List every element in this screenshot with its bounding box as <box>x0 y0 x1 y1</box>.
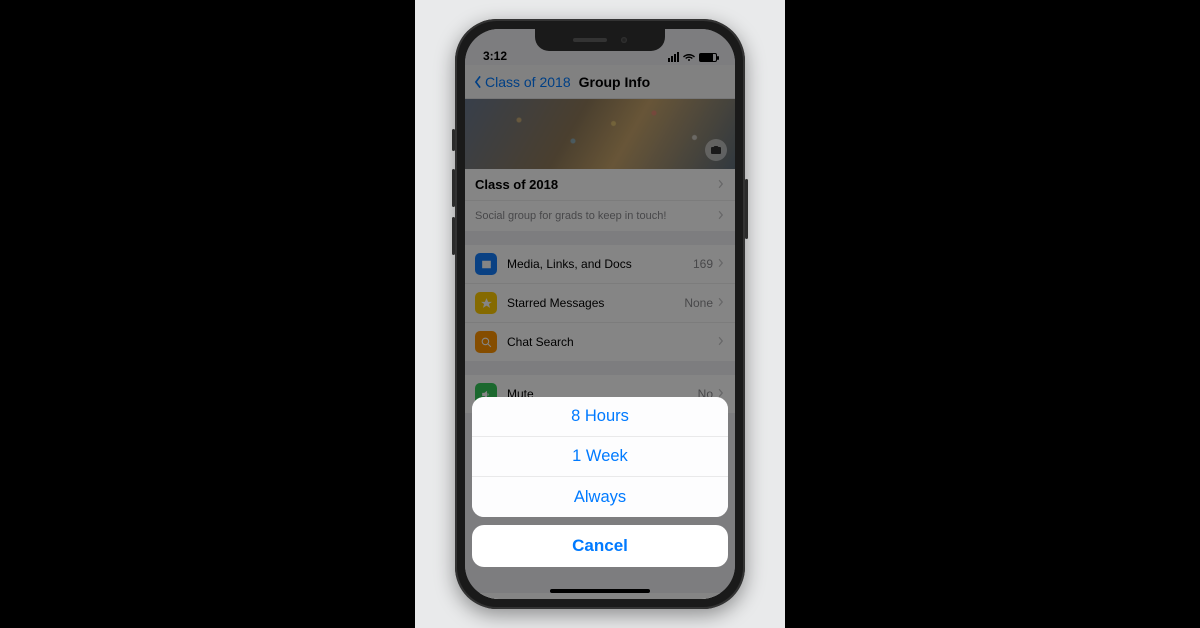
starred-row[interactable]: Starred Messages None <box>465 284 735 323</box>
camera-icon <box>710 144 722 156</box>
chevron-right-icon <box>717 335 725 349</box>
nav-bar: Class of 2018 Group Info <box>465 65 735 99</box>
chevron-right-icon <box>717 296 725 310</box>
starred-value: None <box>684 296 713 310</box>
search-icon <box>475 331 497 353</box>
battery-icon <box>699 53 717 62</box>
page-title: Group Info <box>579 74 651 90</box>
phone-screen: 3:12 Class of 2018 Group Info <box>465 29 735 599</box>
mute-option-always[interactable]: Always <box>472 477 728 517</box>
participant-row[interactable]: Work <box>465 593 735 599</box>
home-indicator[interactable] <box>550 589 650 593</box>
star-icon <box>475 292 497 314</box>
chevron-right-icon <box>717 178 725 192</box>
group-photo[interactable] <box>465 99 735 169</box>
notch <box>535 29 665 51</box>
mute-option-1-week[interactable]: 1 Week <box>472 437 728 477</box>
phone-frame: 3:12 Class of 2018 Group Info <box>455 19 745 609</box>
media-row[interactable]: Media, Links, and Docs 169 <box>465 245 735 284</box>
chat-search-label: Chat Search <box>507 335 717 349</box>
status-time: 3:12 <box>483 49 507 63</box>
back-label: Class of 2018 <box>485 74 571 90</box>
media-count: 169 <box>693 257 713 271</box>
chat-search-row[interactable]: Chat Search <box>465 323 735 361</box>
media-icon <box>475 253 497 275</box>
back-button[interactable]: Class of 2018 <box>471 74 571 90</box>
cellular-icon <box>668 52 679 62</box>
media-label: Media, Links, and Docs <box>507 257 693 271</box>
cancel-button[interactable]: Cancel <box>472 525 728 567</box>
group-name: Class of 2018 <box>475 177 717 192</box>
chevron-right-icon <box>717 257 725 271</box>
chevron-left-icon <box>471 75 485 89</box>
wifi-icon <box>683 51 695 63</box>
change-photo-button[interactable] <box>705 139 727 161</box>
mute-action-sheet: 8 Hours 1 Week Always Cancel <box>472 397 728 567</box>
mute-option-8-hours[interactable]: 8 Hours <box>472 397 728 437</box>
chevron-right-icon <box>717 210 725 223</box>
group-name-row[interactable]: Class of 2018 <box>465 169 735 201</box>
group-description: Social group for grads to keep in touch! <box>475 210 666 222</box>
group-description-row[interactable]: Social group for grads to keep in touch! <box>465 201 735 231</box>
starred-label: Starred Messages <box>507 296 684 310</box>
